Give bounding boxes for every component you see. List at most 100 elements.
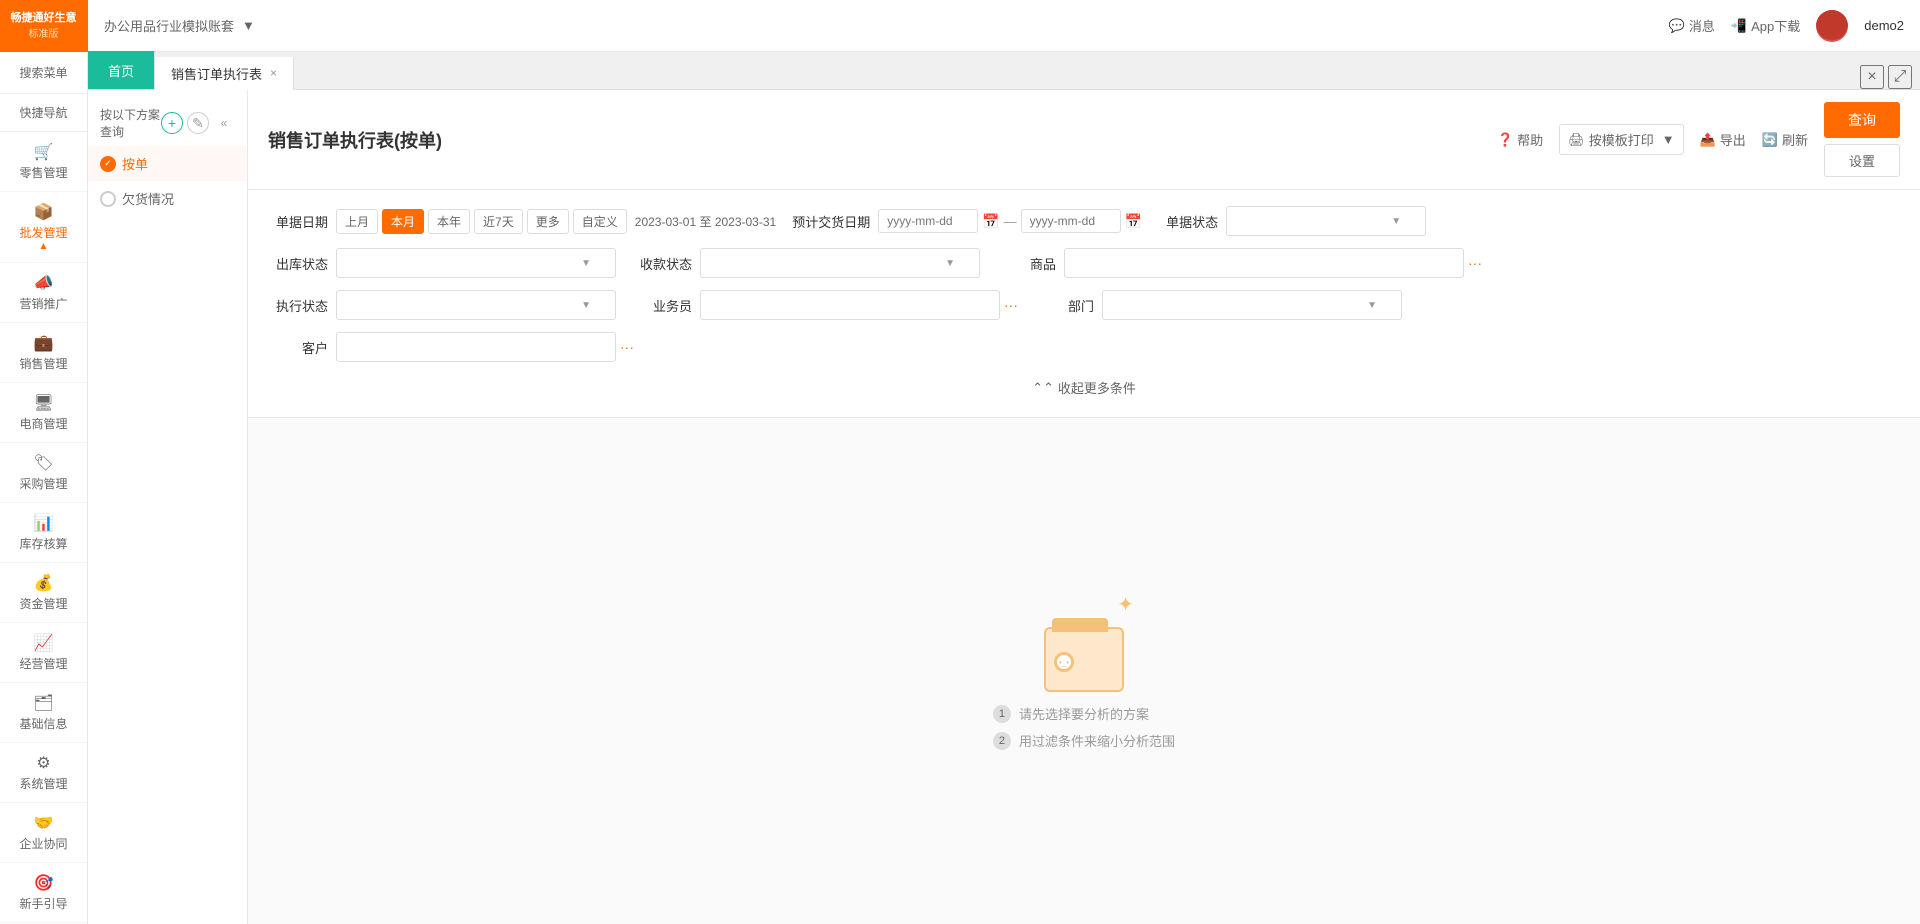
username-label: demo2 [1864,18,1904,33]
scheme-item-欠货情况[interactable]: 欠货情况 [88,181,247,216]
scheme-active-dot: ✓ [100,156,116,172]
corp-icon: 🤝 [34,813,54,833]
query-button[interactable]: 查询 [1824,102,1900,138]
sidebar-item-ecommerce[interactable]: 🖥 电商管理 [0,383,87,443]
collapse-filter-button[interactable]: ⌃⌃ 收起更多条件 [1020,374,1148,401]
empty-tips: 1 请先选择要分析的方案 2 用过滤条件来缩小分析范围 [993,704,1175,750]
empty-sparkle-icon: ✦ [1117,592,1134,617]
export-label: 导出 [1720,130,1746,149]
message-action[interactable]: 💬 消息 [1669,16,1715,35]
customer-input[interactable] [336,332,616,362]
status-dropdown[interactable]: ▼ [1226,206,1426,236]
customer-more-icon[interactable]: ··· [620,339,634,355]
refresh-icon: 🔄 [1762,132,1778,148]
page-actions: ❓ 帮助 🖨 按模板打印 ▼ 📤 导出 🔄 刷新 [1497,102,1900,177]
goods-input[interactable] [1064,248,1464,278]
export-icon: 📤 [1700,132,1716,148]
sidebar-item-marketing[interactable]: 📣 营销推广 [0,263,87,323]
expected-date-end-input[interactable] [1021,209,1121,233]
sidebar-item-retail[interactable]: 🛒 零售管理 [0,132,87,192]
filter-row-2: 出库状态 ▼ 收款状态 ▼ 商品 [268,248,1900,278]
tab-minimize-button[interactable]: × [1860,65,1884,89]
sidebar-item-newbie-label: 新手引导 [19,895,67,912]
empty-box-face: •_• [1054,652,1074,672]
exec-status-dropdown[interactable]: ▼ [336,290,616,320]
tip-num-2: 2 [993,732,1011,750]
recv-status-dropdown[interactable]: ▼ [700,248,980,278]
print-dropdown-arrow: ▼ [1662,132,1675,147]
salesman-input[interactable] [700,290,1000,320]
filter-row-4: 客户 ··· [268,332,1900,362]
tab-bar: 首页 销售订单执行表 × × ⤢ [88,52,1920,90]
expected-date-start-input[interactable] [878,209,978,233]
sidebar-menu: 🛒 零售管理 📦 批发管理 ▲ 📣 营销推广 💼 销售管理 🖥 电商管理 🏷 采… [0,132,87,924]
sidebar-item-system-label: 系统管理 [19,775,67,792]
export-button[interactable]: 📤 导出 [1700,130,1746,149]
recv-status-label: 收款状态 [632,254,692,273]
date-btn-7days[interactable]: 近7天 [474,209,523,234]
add-scheme-button[interactable]: + [161,112,183,134]
date-btn-more[interactable]: 更多 [527,209,569,234]
inventory-icon: 📊 [34,513,54,533]
out-status-filter-item: 出库状态 ▼ [268,248,616,278]
sales-icon: 💼 [34,333,54,353]
sidebar-item-basic-label: 基础信息 [19,715,67,732]
quick-nav-button[interactable]: 快捷导航 [0,98,87,127]
sidebar-item-inventory[interactable]: 📊 库存核算 [0,503,87,563]
operation-icon: 📈 [34,633,54,653]
sidebar-item-sales[interactable]: 💼 销售管理 [0,323,87,383]
sidebar-item-purchase-label: 采购管理 [19,475,67,492]
app-download-label: App下载 [1751,16,1800,35]
left-panel-header: 按以下方案查询 + ✎ « [88,100,247,146]
sidebar-item-wholesale-label: 批发管理 [19,224,67,241]
goods-more-icon[interactable]: ··· [1468,255,1482,271]
tab-sales-exec[interactable]: 销售订单执行表 × [155,57,294,90]
date-btn-custom[interactable]: 自定义 [573,209,627,234]
sidebar-item-finance-label: 资金管理 [19,595,67,612]
search-section: 搜索菜单 [0,52,87,94]
out-status-dropdown[interactable]: ▼ [336,248,616,278]
help-button[interactable]: ❓ 帮助 [1497,130,1543,149]
tab-maximize-button[interactable]: ⤢ [1888,65,1912,89]
system-icon: ⚙ [36,753,50,773]
tab-close-icon[interactable]: × [270,66,277,80]
calendar-icon-end[interactable]: 📅 [1125,213,1142,230]
sidebar-item-operation[interactable]: 📈 经营管理 [0,623,87,683]
filter-row-1: 单据日期 上月 本月 本年 近7天 更多 自定义 2023-03-01 至 20… [268,206,1900,236]
tab-home[interactable]: 首页 [88,51,155,89]
app-download-action[interactable]: 📲 App下载 [1731,16,1800,35]
breadcrumb-text: 办公用品行业模拟账套 [104,16,234,35]
tip-text-2: 用过滤条件来缩小分析范围 [1019,731,1175,750]
sidebar-item-wholesale[interactable]: 📦 批发管理 ▲ [0,192,87,263]
date-btn-last-month[interactable]: 上月 [336,209,378,234]
dept-filter-item: 部门 ▼ [1034,290,1402,320]
search-menu-button[interactable]: 搜索菜单 [6,60,81,85]
dept-dropdown[interactable]: ▼ [1102,290,1402,320]
print-template-button[interactable]: 🖨 按模板打印 ▼ [1559,124,1683,155]
empty-tip-2: 2 用过滤条件来缩小分析范围 [993,731,1175,750]
sidebar-item-finance[interactable]: 💰 资金管理 [0,563,87,623]
tab-window-actions: × ⤢ [1860,65,1920,89]
scheme-item-按单[interactable]: ✓ 按单 [88,146,247,181]
out-status-chevron-icon: ▼ [581,258,591,269]
date-btn-this-year[interactable]: 本年 [428,209,470,234]
settings-button[interactable]: 设置 [1824,144,1900,177]
sidebar-item-basic[interactable]: 🗂 基础信息 [0,683,87,743]
sidebar-item-newbie[interactable]: 🎯 新手引导 [0,863,87,923]
tab-home-label: 首页 [108,61,134,80]
dept-chevron-icon: ▼ [1367,300,1377,311]
collapse-panel-button[interactable]: « [213,112,235,134]
sidebar-item-purchase[interactable]: 🏷 采购管理 [0,443,87,503]
help-icon: ❓ [1497,132,1513,148]
refresh-button[interactable]: 🔄 刷新 [1762,130,1808,149]
calendar-icon-start[interactable]: 📅 [982,213,999,230]
breadcrumb-dropdown[interactable]: ▼ [242,18,255,33]
wholesale-icon: 📦 [34,202,54,222]
sidebar-item-system[interactable]: ⚙ 系统管理 [0,743,87,803]
date-btn-this-month[interactable]: 本月 [382,209,424,234]
scheme-check-icon: ✓ [104,158,112,169]
edit-scheme-button[interactable]: ✎ [187,112,209,134]
salesman-more-icon[interactable]: ··· [1004,297,1018,313]
sidebar-item-corp[interactable]: 🤝 企业协同 [0,803,87,863]
user-avatar[interactable] [1816,10,1848,42]
